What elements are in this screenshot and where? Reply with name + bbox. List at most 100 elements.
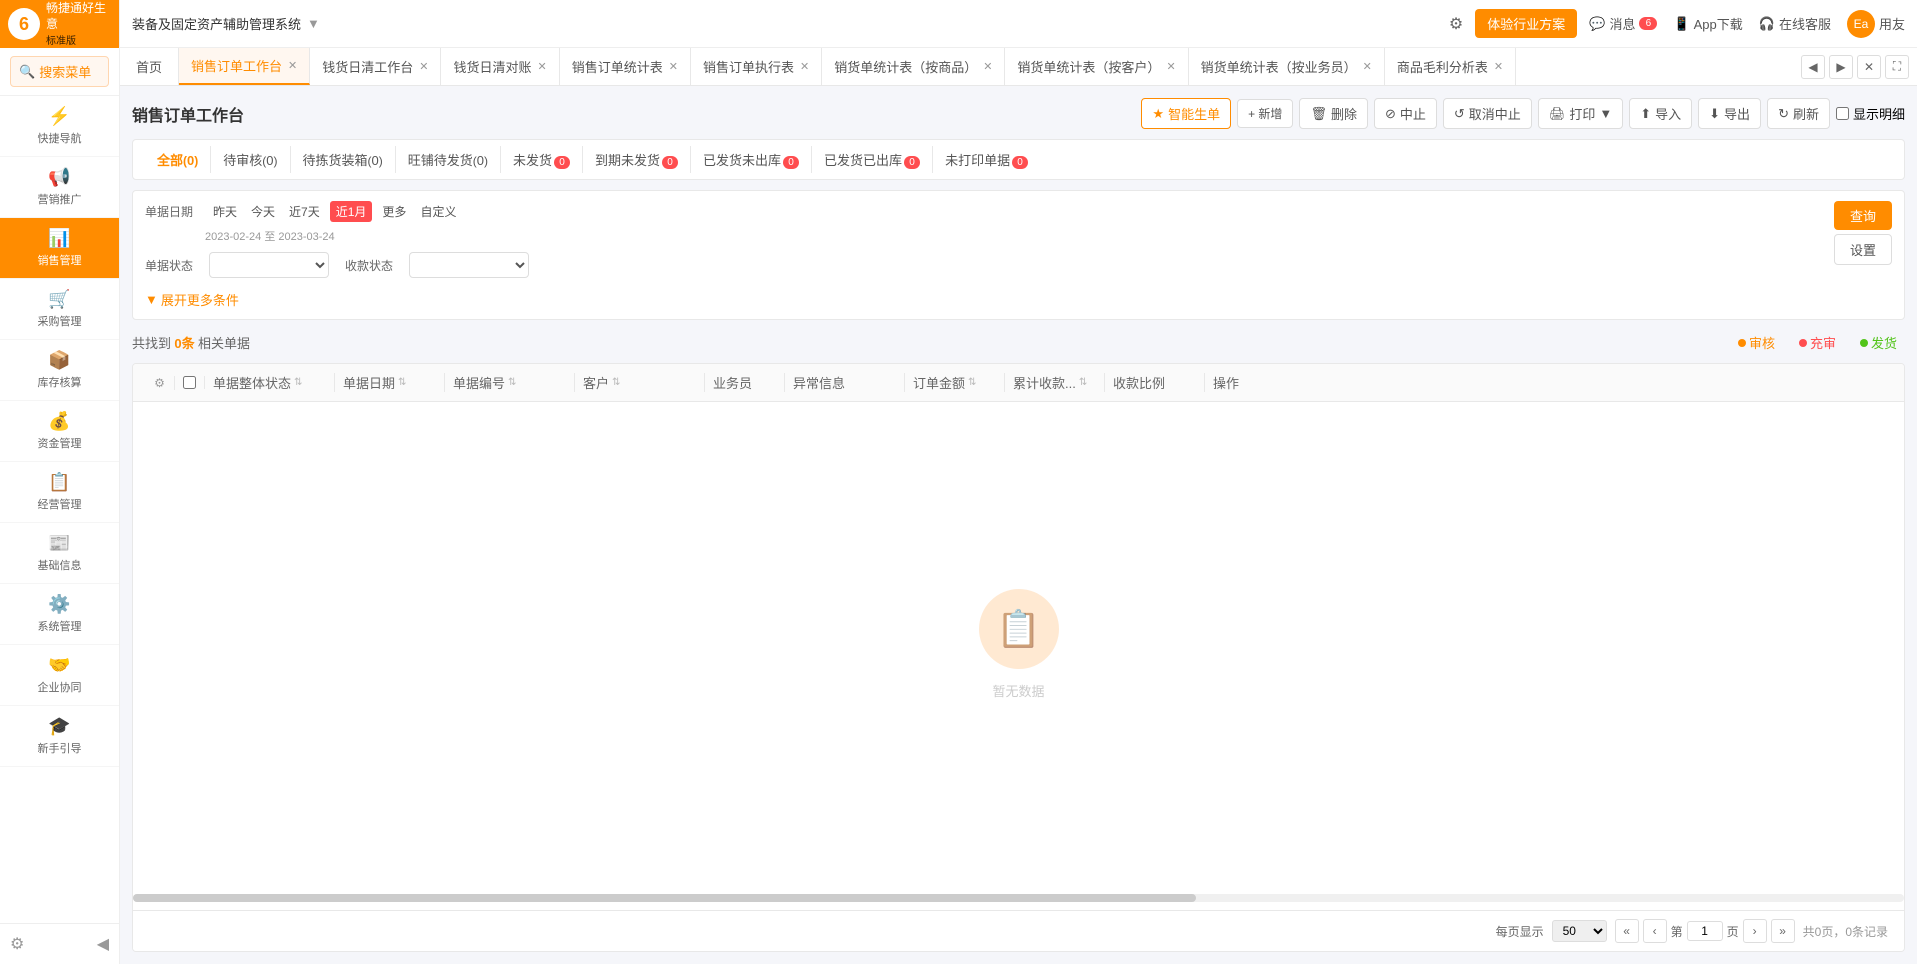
sidebar-item-purchase[interactable]: 🛒 采购管理 [0,279,119,340]
date-opt-today[interactable]: 今天 [247,201,279,222]
tab-close-cash-reconcile[interactable]: ✕ [538,60,547,73]
setting-button[interactable]: 设置 [1834,234,1892,265]
messages-button[interactable]: 💬 消息 6 [1589,14,1657,33]
filter-tab-pending-review[interactable]: 待审核(0) [211,146,290,173]
search-menu-button[interactable]: 🔍 搜索菜单 [10,56,109,87]
settings-icon[interactable]: ⚙ [10,934,24,954]
pause-icon: ⊘ [1385,106,1396,122]
tab-close-sales-summary-product[interactable]: ✕ [983,60,992,73]
filter-tab-wangpu[interactable]: 旺铺待发货(0) [396,146,501,173]
filter-tab-expired[interactable]: 到期未发货0 [583,146,691,173]
delete-button[interactable]: 🗑 删除 [1299,98,1368,129]
date-opt-7days[interactable]: 近7天 [285,201,324,222]
refresh-icon: ↻ [1778,106,1789,122]
tab-close-sales-summary-staff[interactable]: ✕ [1363,60,1372,73]
sidebar-item-basic[interactable]: 📰 基础信息 [0,523,119,584]
import-button[interactable]: ⬆ 导入 [1629,98,1692,129]
sidebar-item-system[interactable]: ⚙️ 系统管理 [0,584,119,645]
page-size-select[interactable]: 50 10 20 100 [1552,920,1607,942]
tab-close-all[interactable]: ✕ [1857,55,1881,79]
filter-tab-shipped-not-out[interactable]: 已发货未出库0 [691,146,812,173]
th-sort-customer[interactable]: ⇅ [612,377,620,388]
select-all-checkbox[interactable] [183,376,196,389]
th-sort-amount[interactable]: ⇅ [968,377,976,388]
tab-next-arrow[interactable]: ▶ [1829,55,1853,79]
collapse-icon[interactable]: ◀ [97,934,109,954]
sidebar-item-sales[interactable]: 📊 销售管理 [0,218,119,279]
online-service-button[interactable]: 🎧 在线客服 [1759,14,1831,33]
page-last-button[interactable]: » [1771,919,1795,943]
th-sort-status[interactable]: ⇅ [294,377,302,388]
scrollbar-thumb[interactable] [133,894,1196,902]
th-sort-number[interactable]: ⇅ [508,377,516,388]
print-button[interactable]: 🖨 打印 ▼ [1538,98,1623,129]
refresh-button[interactable]: ↻ 刷新 [1767,98,1830,129]
tab-close-sales-summary-customer[interactable]: ✕ [1166,60,1175,73]
user-menu-button[interactable]: Ea 用友 [1847,10,1905,38]
page-prev-button[interactable]: ‹ [1643,919,1667,943]
query-button[interactable]: 查询 [1834,201,1892,230]
th-sort-date[interactable]: ⇅ [398,377,406,388]
th-settings[interactable]: ⚙ [145,376,175,390]
page-first-button[interactable]: « [1615,919,1639,943]
date-opt-yesterday[interactable]: 昨天 [209,201,241,222]
date-opt-1month[interactable]: 近1月 [330,201,373,222]
filter-tab-shipped-out[interactable]: 已发货已出库0 [812,146,933,173]
sidebar-item-operations[interactable]: 📋 经营管理 [0,462,119,523]
sidebar-item-guide[interactable]: 🎓 新手引导 [0,706,119,767]
tab-cash-reconcile[interactable]: 钱货日清对账 ✕ [441,48,559,85]
sidebar-item-marketing[interactable]: 📢 营销推广 [0,157,119,218]
filter-tab-not-shipped[interactable]: 未发货0 [501,146,583,173]
pause-button[interactable]: ⊘ 中止 [1374,98,1437,129]
deliver-button[interactable]: 发货 [1852,330,1905,355]
date-opt-custom[interactable]: 自定义 [416,201,460,222]
tab-fullscreen[interactable]: ⛶ [1885,55,1909,79]
tab-sales-stats[interactable]: 销售订单统计表 ✕ [560,48,691,85]
tab-sales-summary-staff[interactable]: 销货单统计表（按业务员） ✕ [1189,48,1385,85]
tab-close-cash-daily[interactable]: ✕ [419,60,428,73]
filter-tab-pending-inspect[interactable]: 待拣货装箱(0) [291,146,396,173]
horizontal-scrollbar[interactable] [133,894,1904,902]
page-next-button[interactable]: › [1743,919,1767,943]
payment-select[interactable] [409,252,529,278]
tab-cash-daily[interactable]: 钱货日清工作台 ✕ [310,48,441,85]
tab-product-margin[interactable]: 商品毛利分析表 ✕ [1385,48,1516,85]
review-button[interactable]: 审核 [1730,330,1783,355]
export-button[interactable]: ⬇ 导出 [1698,98,1761,129]
tab-sales-summary-customer[interactable]: 销货单统计表（按客户） ✕ [1005,48,1188,85]
expand-conditions-button[interactable]: ▼ 展开更多条件 [145,290,1892,309]
guide-icon: 🎓 [48,716,70,737]
tab-close-sales-stats[interactable]: ✕ [669,60,678,73]
tab-sales-exec[interactable]: 销售订单执行表 ✕ [691,48,822,85]
page-number-input[interactable] [1687,921,1723,941]
app-download-button[interactable]: 📱 App下载 [1673,14,1742,33]
tab-sales-workbench[interactable]: 销售订单工作台 ✕ [179,48,310,85]
tab-close-sales-workbench[interactable]: ✕ [288,59,297,72]
tab-close-product-margin[interactable]: ✕ [1494,60,1503,73]
top-header: 装备及固定资产辅助管理系统 ▼ ⚙ 体验行业方案 💬 消息 6 📱 App下载 … [120,0,1917,48]
show-detail-toggle[interactable]: 显示明细 [1836,104,1905,123]
gear-icon[interactable]: ⚙ [1449,14,1463,34]
th-checkbox[interactable] [175,376,205,389]
th-sort-collect[interactable]: ⇅ [1079,377,1087,388]
filter-tab-not-printed[interactable]: 未打印单据0 [933,146,1040,173]
tab-sales-summary-product[interactable]: 销货单统计表（按商品） ✕ [822,48,1005,85]
cancel-pause-button[interactable]: ↺ 取消中止 [1443,98,1532,129]
cancel-review-button[interactable]: 充审 [1791,330,1844,355]
solution-button[interactable]: 体验行业方案 [1475,9,1577,38]
sidebar-item-finance[interactable]: 💰 资金管理 [0,401,119,462]
tab-home[interactable]: 首页 [120,48,179,85]
tab-prev-arrow[interactable]: ◀ [1801,55,1825,79]
tab-close-sales-exec[interactable]: ✕ [800,60,809,73]
add-button[interactable]: + 新增 [1237,99,1293,128]
sidebar-item-inventory[interactable]: 📦 库存核算 [0,340,119,401]
sidebar-item-quick-nav[interactable]: ⚡ 快捷导航 [0,96,119,157]
sidebar-logo: 6 畅捷通好生意 标准版 [0,0,119,48]
smart-generate-button[interactable]: ★ 智能生单 [1141,98,1231,129]
status-select[interactable] [209,252,329,278]
show-detail-checkbox[interactable] [1836,107,1849,120]
filter-tab-all[interactable]: 全部(0) [145,146,211,173]
th-customer: 客户 ⇅ [575,373,705,392]
sidebar-item-collab[interactable]: 🤝 企业协同 [0,645,119,706]
date-opt-more[interactable]: 更多 [378,201,410,222]
